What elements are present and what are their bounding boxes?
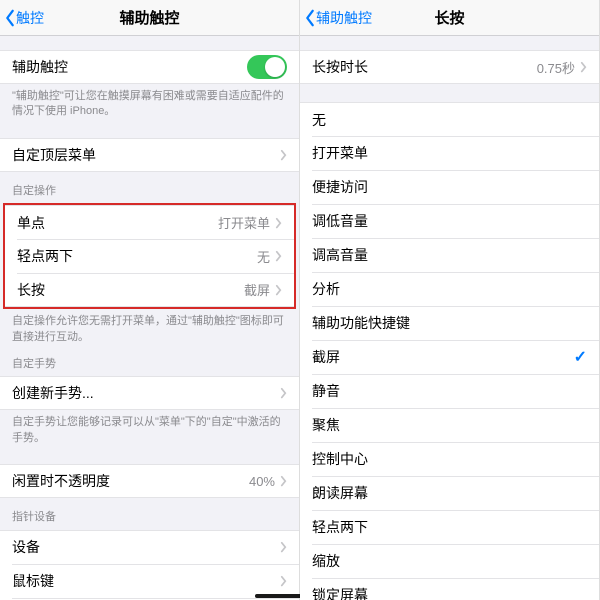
pointer-row[interactable]: 设备 xyxy=(0,530,299,564)
row-label: 闲置时不透明度 xyxy=(12,471,110,491)
page-title: 辅助触控 xyxy=(0,7,299,28)
create-gesture-row[interactable]: 创建新手势... xyxy=(0,376,299,410)
row-label: 创建新手势... xyxy=(12,383,94,403)
option-label: 调低音量 xyxy=(312,211,368,231)
option-row[interactable]: 辅助功能快捷键 xyxy=(300,306,599,340)
duration-group: 长按时长 0.75秒 xyxy=(300,50,599,84)
option-row[interactable]: 截屏 ✓ xyxy=(300,340,599,374)
option-label: 朗读屏幕 xyxy=(312,483,368,503)
option-row[interactable]: 聚焦 xyxy=(300,408,599,442)
chevron-right-icon xyxy=(280,475,287,487)
gestures-footer: 自定手势让您能够记录可以从"菜单"下的"自定"中激活的手势。 xyxy=(0,410,299,446)
toggle-label: 辅助触控 xyxy=(12,57,68,77)
option-label: 控制中心 xyxy=(312,449,368,469)
custom-actions-header: 自定操作 xyxy=(0,172,299,203)
row-label: 自定顶层菜单 xyxy=(12,145,96,165)
row-value: 打开菜单 xyxy=(218,213,270,232)
chevron-right-icon xyxy=(280,575,287,587)
chevron-right-icon xyxy=(275,217,282,229)
chevron-right-icon xyxy=(280,387,287,399)
settings-longpress-pane: 辅助触控 长按 长按时长 0.75秒 无打开菜单便捷访问调低音量调高音量分析辅助… xyxy=(300,0,600,600)
pointer-header: 指针设备 xyxy=(0,498,299,529)
content: 长按时长 0.75秒 无打开菜单便捷访问调低音量调高音量分析辅助功能快捷键截屏 ✓… xyxy=(300,36,599,600)
option-row[interactable]: 缩放 xyxy=(300,544,599,578)
row-label: 长按 xyxy=(17,280,45,300)
option-row[interactable]: 无 xyxy=(300,102,599,136)
highlighted-actions-box: 单点 打开菜单轻点两下 无长按 截屏 xyxy=(3,203,296,309)
option-label: 分析 xyxy=(312,279,340,299)
topmenu-group: 自定顶层菜单 xyxy=(0,138,299,172)
chevron-right-icon xyxy=(275,284,282,296)
option-label: 静音 xyxy=(312,381,340,401)
option-row[interactable]: 打开菜单 xyxy=(300,136,599,170)
action-row[interactable]: 轻点两下 无 xyxy=(5,239,294,273)
pointer-row[interactable]: 鼠标键 xyxy=(0,564,299,598)
row-value: 截屏 xyxy=(244,280,270,299)
chevron-right-icon xyxy=(275,250,282,262)
option-row[interactable]: 分析 xyxy=(300,272,599,306)
assistivetouch-toggle-row[interactable]: 辅助触控 xyxy=(0,50,299,84)
chevron-left-icon xyxy=(4,9,16,27)
idle-opacity-row[interactable]: 闲置时不透明度 40% xyxy=(0,464,299,498)
gestures-header: 自定手势 xyxy=(0,345,299,376)
back-label: 触控 xyxy=(16,8,44,28)
longpress-duration-row[interactable]: 长按时长 0.75秒 xyxy=(300,50,599,84)
toggle-group: 辅助触控 xyxy=(0,50,299,84)
back-button[interactable]: 触控 xyxy=(0,8,44,28)
content: 辅助触控 "辅助触控"可让您在触摸屏幕有困难或需要自适应配件的情况下使用 iPh… xyxy=(0,36,299,600)
row-value: 40% xyxy=(249,474,275,489)
row-label: 长按时长 xyxy=(312,57,368,77)
pointer-group: 设备鼠标键指针样式 xyxy=(0,530,299,600)
row-label: 轻点两下 xyxy=(17,246,73,266)
option-row[interactable]: 便捷访问 xyxy=(300,170,599,204)
option-label: 缩放 xyxy=(312,551,340,571)
actions-footer: 自定操作允许您无需打开菜单，通过"辅助触控"图标即可直接进行互动。 xyxy=(0,309,299,345)
option-label: 打开菜单 xyxy=(312,143,368,163)
option-label: 锁定屏幕 xyxy=(312,585,368,600)
gestures-group: 创建新手势... xyxy=(0,376,299,410)
row-value: 无 xyxy=(257,247,270,266)
back-button[interactable]: 辅助触控 xyxy=(300,8,372,28)
row-label: 设备 xyxy=(12,537,40,557)
checkmark-icon: ✓ xyxy=(574,347,587,367)
option-row[interactable]: 锁定屏幕 xyxy=(300,578,599,600)
option-label: 便捷访问 xyxy=(312,177,368,197)
row-value: 0.75秒 xyxy=(537,58,575,77)
settings-assistivetouch-pane: 触控 辅助触控 辅助触控 "辅助触控"可让您在触摸屏幕有困难或需要自适应配件的情… xyxy=(0,0,300,600)
option-label: 聚焦 xyxy=(312,415,340,435)
opacity-group: 闲置时不透明度 40% xyxy=(0,464,299,498)
option-label: 轻点两下 xyxy=(312,517,368,537)
option-label: 辅助功能快捷键 xyxy=(312,313,410,333)
toggle-switch[interactable] xyxy=(247,55,287,79)
row-label: 鼠标键 xyxy=(12,571,54,591)
action-row[interactable]: 单点 打开菜单 xyxy=(5,205,294,239)
navbar: 辅助触控 长按 xyxy=(300,0,599,36)
option-label: 无 xyxy=(312,110,326,130)
option-row[interactable]: 静音 xyxy=(300,374,599,408)
toggle-footer: "辅助触控"可让您在触摸屏幕有困难或需要自适应配件的情况下使用 iPhone。 xyxy=(0,84,299,120)
option-label: 调高音量 xyxy=(312,245,368,265)
row-label: 单点 xyxy=(17,213,45,233)
customize-top-menu-row[interactable]: 自定顶层菜单 xyxy=(0,138,299,172)
option-row[interactable]: 调高音量 xyxy=(300,238,599,272)
chevron-left-icon xyxy=(304,9,316,27)
custom-actions-group: 单点 打开菜单轻点两下 无长按 截屏 xyxy=(5,205,294,307)
back-label: 辅助触控 xyxy=(316,8,372,28)
chevron-right-icon xyxy=(280,541,287,553)
option-row[interactable]: 调低音量 xyxy=(300,204,599,238)
navbar: 触控 辅助触控 xyxy=(0,0,299,36)
option-row[interactable]: 控制中心 xyxy=(300,442,599,476)
action-row[interactable]: 长按 截屏 xyxy=(5,273,294,307)
options-group: 无打开菜单便捷访问调低音量调高音量分析辅助功能快捷键截屏 ✓ 静音聚焦控制中心朗读屏… xyxy=(300,102,599,600)
option-row[interactable]: 轻点两下 xyxy=(300,510,599,544)
option-label: 截屏 xyxy=(312,347,340,367)
chevron-right-icon xyxy=(280,149,287,161)
option-row[interactable]: 朗读屏幕 xyxy=(300,476,599,510)
home-indicator xyxy=(255,594,300,598)
chevron-right-icon xyxy=(580,61,587,73)
